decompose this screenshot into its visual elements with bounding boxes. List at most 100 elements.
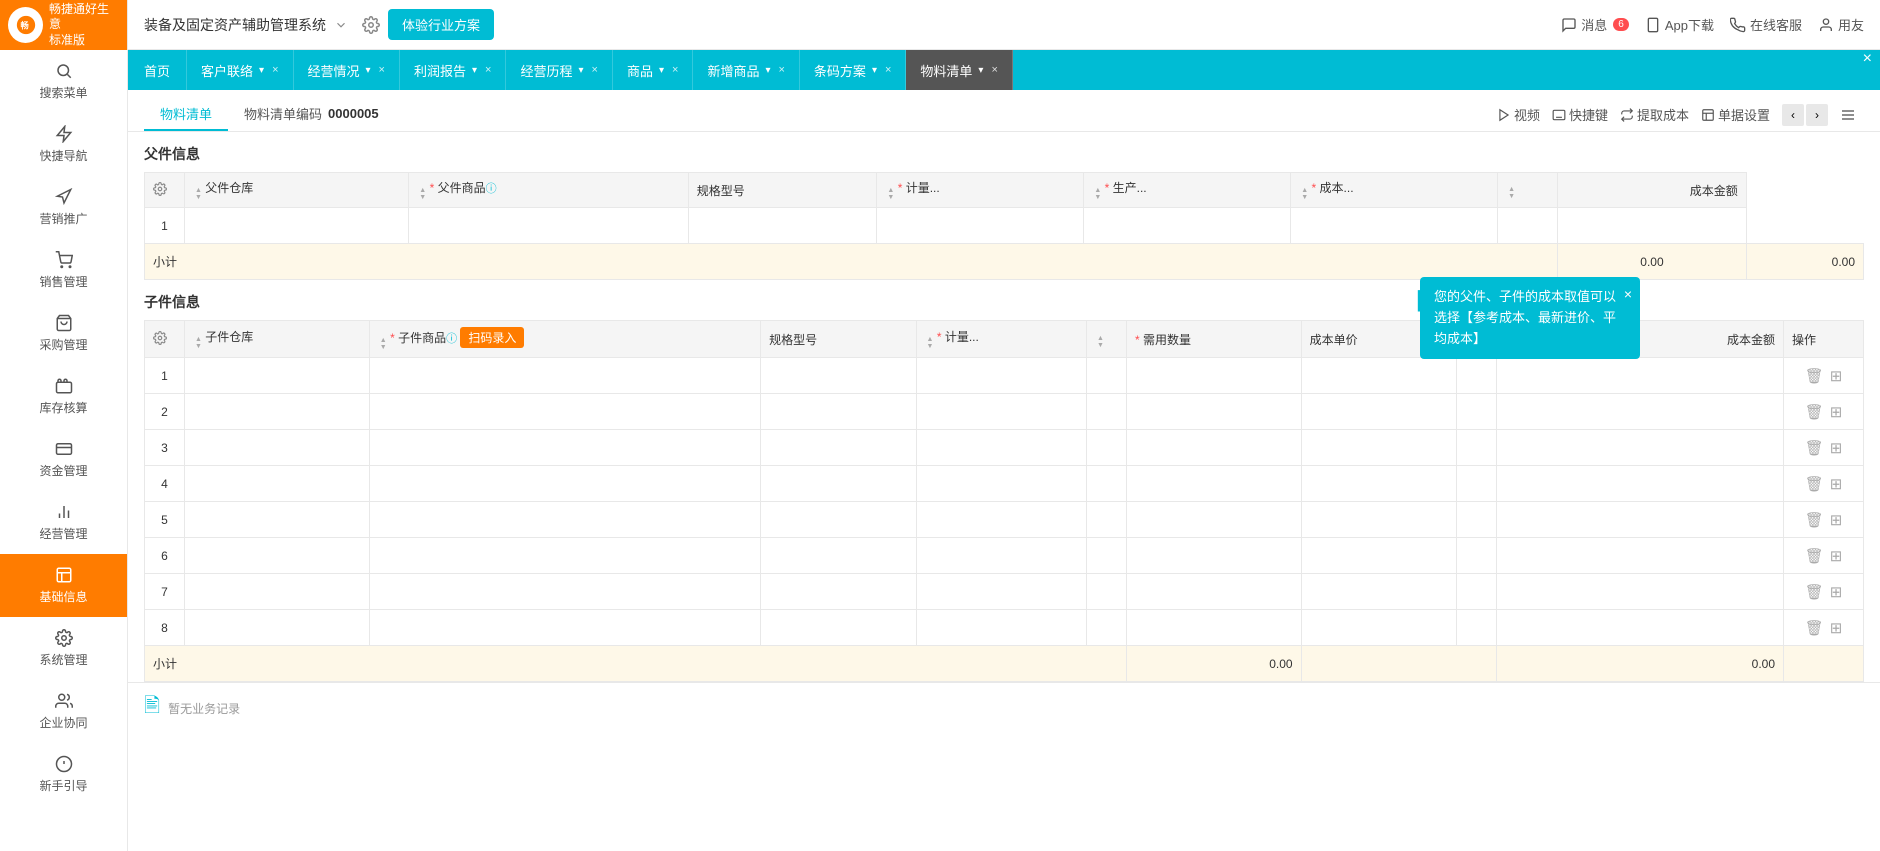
child-row-1-spec[interactable] [761, 358, 916, 394]
delete-icon-2[interactable]: 🗑 [1805, 403, 1824, 421]
sidebar-item-enterprise[interactable]: 企业协同 [0, 680, 127, 743]
sidebar-item-quick-nav[interactable]: 快捷导航 [0, 113, 127, 176]
video-btn[interactable]: 视频 [1497, 105, 1540, 124]
sidebar-item-sales[interactable]: 销售管理 [0, 239, 127, 302]
prev-page-btn[interactable]: ‹ [1782, 104, 1804, 126]
child-row-4: 4 🗑⊞ [145, 466, 1864, 502]
nav-tab-profit[interactable]: 利润报告 ▾× [400, 50, 506, 90]
child-row-1-unit[interactable] [916, 358, 1086, 394]
copy-icon-5[interactable]: ⊞ [1830, 511, 1843, 529]
tooltip-text: 您的父件、子件的成本取值可以选择【参考成本、最新进价、平均成本】 [1434, 289, 1616, 346]
nav-tab-barcode[interactable]: 条码方案 ▾× [800, 50, 906, 90]
sidebar-item-marketing[interactable]: 营销推广 [0, 176, 127, 239]
add-record-icon[interactable]: 🖹 [144, 691, 160, 725]
online-service-btn[interactable]: 在线客服 [1730, 15, 1802, 34]
header-left: 装备及固定资产辅助管理系统 体验行业方案 [144, 9, 494, 40]
delete-icon-1[interactable]: 🗑 [1805, 367, 1824, 385]
scan-btn[interactable]: 扫码录入 [460, 327, 524, 348]
child-row-1-warehouse[interactable] [185, 358, 370, 394]
child-row-2-unit-cost[interactable] [1301, 394, 1456, 430]
child-row-1-amount[interactable] [1497, 358, 1784, 394]
parent-row-1-goods[interactable] [409, 208, 688, 244]
copy-icon-8[interactable]: ⊞ [1830, 619, 1843, 637]
experience-btn[interactable]: 体验行业方案 [388, 9, 494, 40]
message-badge: 6 [1613, 18, 1629, 31]
bom-code-value: 0000005 [328, 106, 379, 121]
copy-icon-3[interactable]: ⊞ [1830, 439, 1843, 457]
sidebar-item-operations[interactable]: 经营管理 [0, 491, 127, 554]
copy-icon-4[interactable]: ⊞ [1830, 475, 1843, 493]
copy-icon-1[interactable]: ⊞ [1830, 367, 1843, 385]
copy-icon-6[interactable]: ⊞ [1830, 547, 1843, 565]
single-setting-btn[interactable]: 单据设置 [1701, 105, 1770, 124]
copy-icon-2[interactable]: ⊞ [1830, 403, 1843, 421]
nav-tab-new-goods[interactable]: 新增商品 ▾× [693, 50, 799, 90]
message-btn[interactable]: 消息 6 [1561, 15, 1629, 34]
sidebar-item-guide[interactable]: 新手引导 [0, 743, 127, 806]
delete-icon-6[interactable]: 🗑 [1805, 547, 1824, 565]
parent-row-1-unit[interactable] [877, 208, 1084, 244]
child-row-3: 3 🗑⊞ [145, 430, 1864, 466]
parent-row-1-amount[interactable] [1558, 208, 1747, 244]
sub-tab-bom-list[interactable]: 物料清单 [144, 98, 228, 131]
top-header: 装备及固定资产辅助管理系统 体验行业方案 消息 6 App下载 在线客服 用友 [128, 0, 1880, 50]
parent-subtotal-cost: 0.00 [1558, 244, 1747, 280]
sidebar-item-basic-info[interactable]: 基础信息 [0, 554, 127, 617]
child-row-2-goods[interactable] [369, 394, 760, 430]
sidebar-item-inventory[interactable]: 库存核算 [0, 365, 127, 428]
sidebar-item-purchase[interactable]: 采购管理 [0, 302, 127, 365]
nav-tab-operations[interactable]: 经营情况 ▾× [294, 50, 400, 90]
sidebar-item-search[interactable]: 搜索菜单 [0, 50, 127, 113]
child-row-1-unit-extra [1457, 358, 1497, 394]
nav-tab-history[interactable]: 经营历程 ▾× [506, 50, 612, 90]
parent-col-spec: 规格型号 [688, 173, 877, 208]
sidebar-label-enterprise: 企业协同 [39, 714, 87, 731]
parent-row-1-production[interactable] [1084, 208, 1291, 244]
user-label: 用友 [1838, 15, 1864, 34]
sidebar-item-system[interactable]: 系统管理 [0, 617, 127, 680]
user-btn[interactable]: 用友 [1818, 15, 1864, 34]
nav-tab-customer[interactable]: 客户联络 ▾× [187, 50, 293, 90]
toolbar-right: 视频 快捷键 提取成本 单据设置 ‹ › [1497, 104, 1864, 126]
child-row-2-unit[interactable] [916, 394, 1086, 430]
tooltip-close-btn[interactable]: × [1624, 283, 1632, 305]
delete-icon-8[interactable]: 🗑 [1805, 619, 1824, 637]
child-col-ops: 操作 [1784, 321, 1864, 358]
dropdown-icon[interactable] [334, 18, 348, 32]
menu-btn[interactable] [1840, 107, 1856, 123]
delete-icon-3[interactable]: 🗑 [1805, 439, 1824, 457]
delete-icon-7[interactable]: 🗑 [1805, 583, 1824, 601]
child-row-2-quantity[interactable] [1127, 394, 1302, 430]
nav-tab-goods[interactable]: 商品 ▾× [613, 50, 693, 90]
child-row-1-quantity[interactable] [1127, 358, 1302, 394]
parent-row-1-warehouse[interactable] [185, 208, 409, 244]
sub-tab-bom-code[interactable]: 物料清单编码 0000005 [228, 98, 395, 131]
child-row-1-unit-cost[interactable] [1301, 358, 1456, 394]
system-title: 装备及固定资产辅助管理系统 [144, 15, 326, 35]
app-download-btn[interactable]: App下载 [1645, 15, 1714, 34]
child-row-8: 8 🗑⊞ [145, 610, 1864, 646]
sidebar-item-finance[interactable]: 资金管理 [0, 428, 127, 491]
shortcut-btn[interactable]: 快捷键 [1552, 105, 1608, 124]
delete-icon-5[interactable]: 🗑 [1805, 511, 1824, 529]
child-row-2-spec[interactable] [761, 394, 916, 430]
child-col-extra: ▲▼ [1087, 321, 1127, 358]
close-all-tabs[interactable]: × [1855, 50, 1880, 90]
child-row-2-warehouse[interactable] [185, 394, 370, 430]
child-row-1-goods[interactable] [369, 358, 760, 394]
parent-col-warehouse: ▲▼ 父件仓库 [185, 173, 409, 208]
delete-icon-4[interactable]: 🗑 [1805, 475, 1824, 493]
settings-icon[interactable] [362, 16, 380, 34]
nav-tab-bom[interactable]: 物料清单 ▾× [906, 50, 1012, 90]
extract-cost-btn[interactable]: 提取成本 [1620, 105, 1689, 124]
child-row-2-amount[interactable] [1497, 394, 1784, 430]
content-wrapper: × 您的父件、子件的成本取值可以选择【参考成本、最新进价、平均成本】 父件信息 … [128, 132, 1880, 733]
parent-row-1-cost[interactable] [1291, 208, 1498, 244]
nav-tab-home[interactable]: 首页 [128, 50, 187, 90]
add-record-text: 暂无业务记录 [168, 700, 240, 717]
copy-icon-7[interactable]: ⊞ [1830, 583, 1843, 601]
parent-row-1-spec[interactable] [688, 208, 877, 244]
sidebar: 畅 畅捷通好生意 标准版 搜索菜单 快捷导航 营销推广 销售管理 采购管理 库存… [0, 0, 128, 851]
parent-col-extra: ▲▼ [1498, 173, 1558, 208]
next-page-btn[interactable]: › [1806, 104, 1828, 126]
